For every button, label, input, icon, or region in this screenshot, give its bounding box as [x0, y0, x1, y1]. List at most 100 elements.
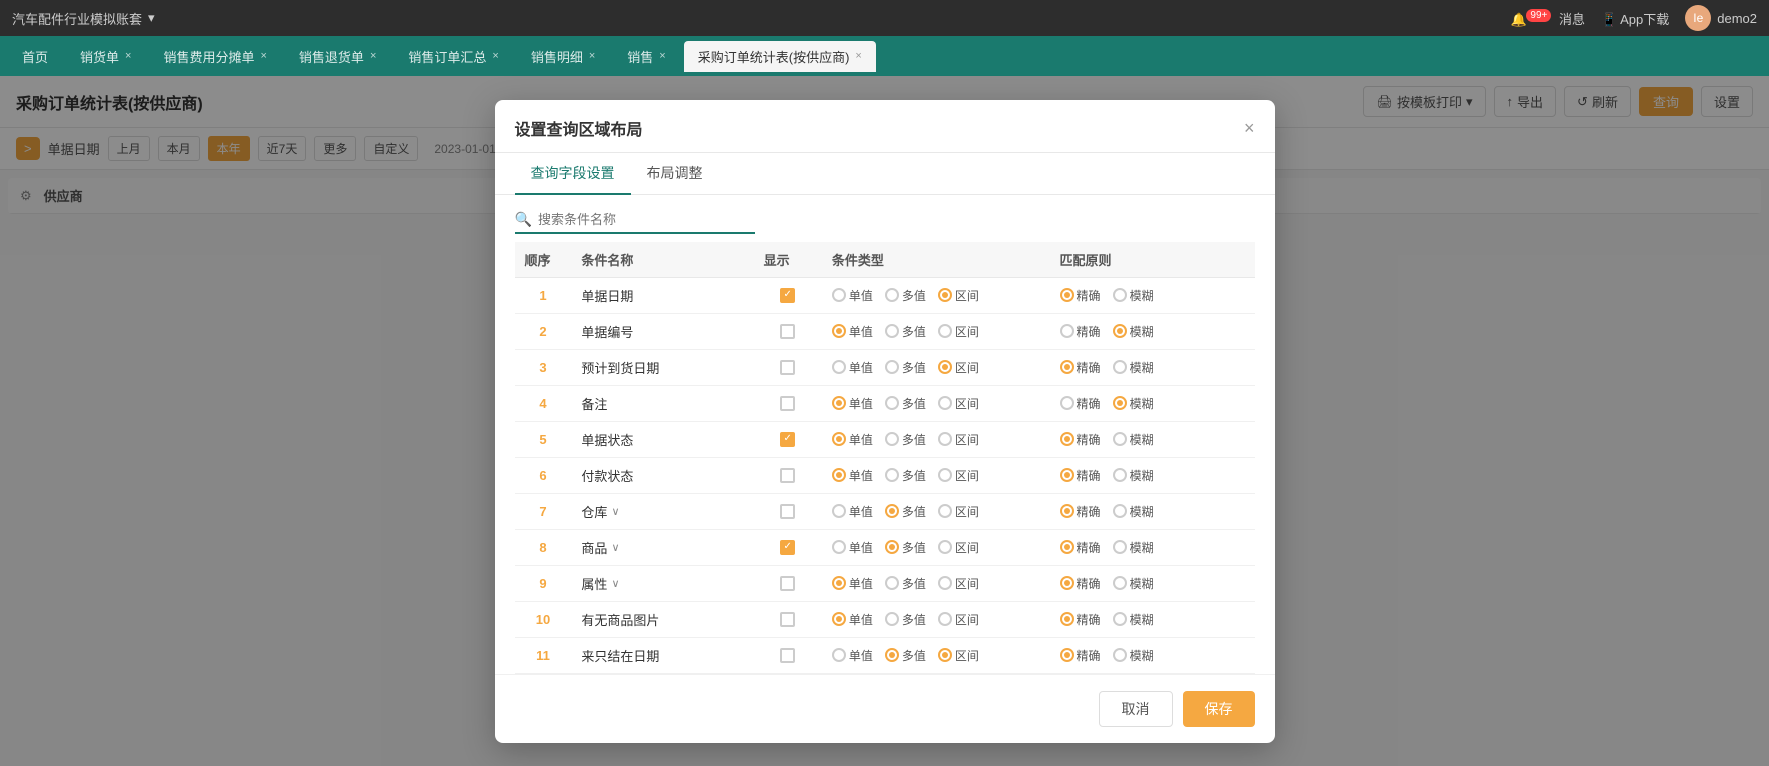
cancel-button[interactable]: 取消	[1099, 691, 1173, 727]
tab-sales-return-close[interactable]: ×	[370, 50, 376, 62]
radio-type_single-2[interactable]: 单值	[832, 359, 873, 376]
cell-display-7[interactable]	[754, 529, 822, 565]
radio-type_single-7[interactable]: 单值	[832, 539, 873, 556]
radio-type_range-7[interactable]: 区间	[938, 539, 979, 556]
radio-match_exact-3[interactable]: 精确	[1060, 395, 1101, 412]
radio-match_exact-8[interactable]: 精确	[1060, 575, 1101, 592]
radio-type_range-5[interactable]: 区间	[938, 467, 979, 484]
radio-type_single-1[interactable]: 单值	[832, 323, 873, 340]
radio-type_multi-8[interactable]: 多值	[885, 575, 926, 592]
radio-match_exact-7[interactable]: 精确	[1060, 539, 1101, 556]
modal-tab-layout[interactable]: 布局调整	[631, 153, 719, 195]
search-input[interactable]	[538, 212, 738, 227]
radio-match_fuzzy-3[interactable]: 模糊	[1113, 395, 1154, 412]
radio-type_single-3[interactable]: 单值	[832, 395, 873, 412]
tab-sales-expense[interactable]: 销售费用分摊单 ×	[149, 41, 280, 72]
modal-tab-query-fields[interactable]: 查询字段设置	[515, 153, 631, 195]
tab-sales-detail-close[interactable]: ×	[589, 50, 595, 62]
radio-type_range-9[interactable]: 区间	[938, 611, 979, 628]
radio-match_fuzzy-2[interactable]: 模糊	[1113, 359, 1154, 376]
radio-type_multi-6[interactable]: 多值	[885, 503, 926, 520]
tab-home[interactable]: 首页	[8, 41, 62, 72]
radio-match_fuzzy-1[interactable]: 模糊	[1113, 323, 1154, 340]
radio-type_range-1[interactable]: 区间	[938, 323, 979, 340]
radio-type_single-4[interactable]: 单值	[832, 431, 873, 448]
save-button[interactable]: 保存	[1183, 691, 1255, 727]
radio-type_multi-0[interactable]: 多值	[885, 287, 926, 304]
radio-type_single-8[interactable]: 单值	[832, 575, 873, 592]
radio-match_exact-1[interactable]: 精确	[1060, 323, 1101, 340]
checkbox-display-4[interactable]	[780, 432, 795, 447]
radio-type_multi-10[interactable]: 多值	[885, 647, 926, 664]
radio-match_exact-9[interactable]: 精确	[1060, 611, 1101, 628]
radio-match_exact-6[interactable]: 精确	[1060, 503, 1101, 520]
checkbox-display-9[interactable]	[780, 612, 795, 627]
radio-match_fuzzy-5[interactable]: 模糊	[1113, 467, 1154, 484]
tab-sales-expense-close[interactable]: ×	[260, 50, 266, 62]
radio-type_single-5[interactable]: 单值	[832, 467, 873, 484]
checkbox-display-0[interactable]	[780, 288, 795, 303]
radio-match_exact-10[interactable]: 精确	[1060, 647, 1101, 664]
radio-match_fuzzy-4[interactable]: 模糊	[1113, 431, 1154, 448]
tab-sales[interactable]: 销售 ×	[613, 41, 679, 72]
cell-display-9[interactable]	[754, 601, 822, 637]
download-wrap[interactable]: 📱 App下载	[1601, 9, 1669, 28]
checkbox-display-2[interactable]	[780, 360, 795, 375]
radio-type_single-10[interactable]: 单值	[832, 647, 873, 664]
radio-type_multi-7[interactable]: 多值	[885, 539, 926, 556]
radio-type_multi-3[interactable]: 多值	[885, 395, 926, 412]
radio-type_multi-1[interactable]: 多值	[885, 323, 926, 340]
radio-match_exact-2[interactable]: 精确	[1060, 359, 1101, 376]
radio-type_range-3[interactable]: 区间	[938, 395, 979, 412]
cell-display-6[interactable]	[754, 493, 822, 529]
radio-type_range-6[interactable]: 区间	[938, 503, 979, 520]
radio-type_single-0[interactable]: 单值	[832, 287, 873, 304]
radio-match_exact-5[interactable]: 精确	[1060, 467, 1101, 484]
tab-sales-detail[interactable]: 销售明细 ×	[517, 41, 609, 72]
tab-sales-summary[interactable]: 销售订单汇总 ×	[394, 41, 512, 72]
radio-match_fuzzy-0[interactable]: 模糊	[1113, 287, 1154, 304]
radio-type_multi-5[interactable]: 多值	[885, 467, 926, 484]
cell-display-5[interactable]	[754, 457, 822, 493]
radio-type_multi-2[interactable]: 多值	[885, 359, 926, 376]
radio-match_fuzzy-6[interactable]: 模糊	[1113, 503, 1154, 520]
cell-display-4[interactable]	[754, 421, 822, 457]
notification-wrap[interactable]: 🔔 99+ 消息	[1511, 9, 1585, 28]
radio-match_fuzzy-9[interactable]: 模糊	[1113, 611, 1154, 628]
cell-display-8[interactable]	[754, 565, 822, 601]
checkbox-display-3[interactable]	[780, 396, 795, 411]
user-wrap[interactable]: Ie demo2	[1685, 5, 1757, 31]
radio-type_range-2[interactable]: 区间	[938, 359, 979, 376]
tab-sales-summary-close[interactable]: ×	[492, 50, 498, 62]
radio-match_fuzzy-10[interactable]: 模糊	[1113, 647, 1154, 664]
modal-close-button[interactable]: ×	[1244, 119, 1255, 137]
radio-type_range-0[interactable]: 区间	[938, 287, 979, 304]
cell-display-3[interactable]	[754, 385, 822, 421]
radio-match_fuzzy-8[interactable]: 模糊	[1113, 575, 1154, 592]
radio-match_exact-0[interactable]: 精确	[1060, 287, 1101, 304]
radio-type_range-10[interactable]: 区间	[938, 647, 979, 664]
tab-sales-order[interactable]: 销货单 ×	[66, 41, 145, 72]
tab-sales-close[interactable]: ×	[659, 50, 665, 62]
radio-type_range-8[interactable]: 区间	[938, 575, 979, 592]
tab-sales-return[interactable]: 销售退货单 ×	[285, 41, 390, 72]
cell-display-0[interactable]	[754, 277, 822, 313]
radio-match_exact-4[interactable]: 精确	[1060, 431, 1101, 448]
radio-type_multi-4[interactable]: 多值	[885, 431, 926, 448]
tab-sales-order-close[interactable]: ×	[125, 50, 131, 62]
cell-display-1[interactable]	[754, 313, 822, 349]
radio-type_range-4[interactable]: 区间	[938, 431, 979, 448]
cell-display-2[interactable]	[754, 349, 822, 385]
tab-purchase-stat-close[interactable]: ×	[855, 50, 861, 62]
checkbox-display-10[interactable]	[780, 648, 795, 663]
radio-type_single-9[interactable]: 单值	[832, 611, 873, 628]
checkbox-display-5[interactable]	[780, 468, 795, 483]
radio-type_multi-9[interactable]: 多值	[885, 611, 926, 628]
radio-match_fuzzy-7[interactable]: 模糊	[1113, 539, 1154, 556]
cell-display-10[interactable]	[754, 637, 822, 673]
checkbox-display-7[interactable]	[780, 540, 795, 555]
tab-purchase-stat[interactable]: 采购订单统计表(按供应商) ×	[684, 41, 876, 72]
checkbox-display-6[interactable]	[780, 504, 795, 519]
radio-type_single-6[interactable]: 单值	[832, 503, 873, 520]
checkbox-display-1[interactable]	[780, 324, 795, 339]
